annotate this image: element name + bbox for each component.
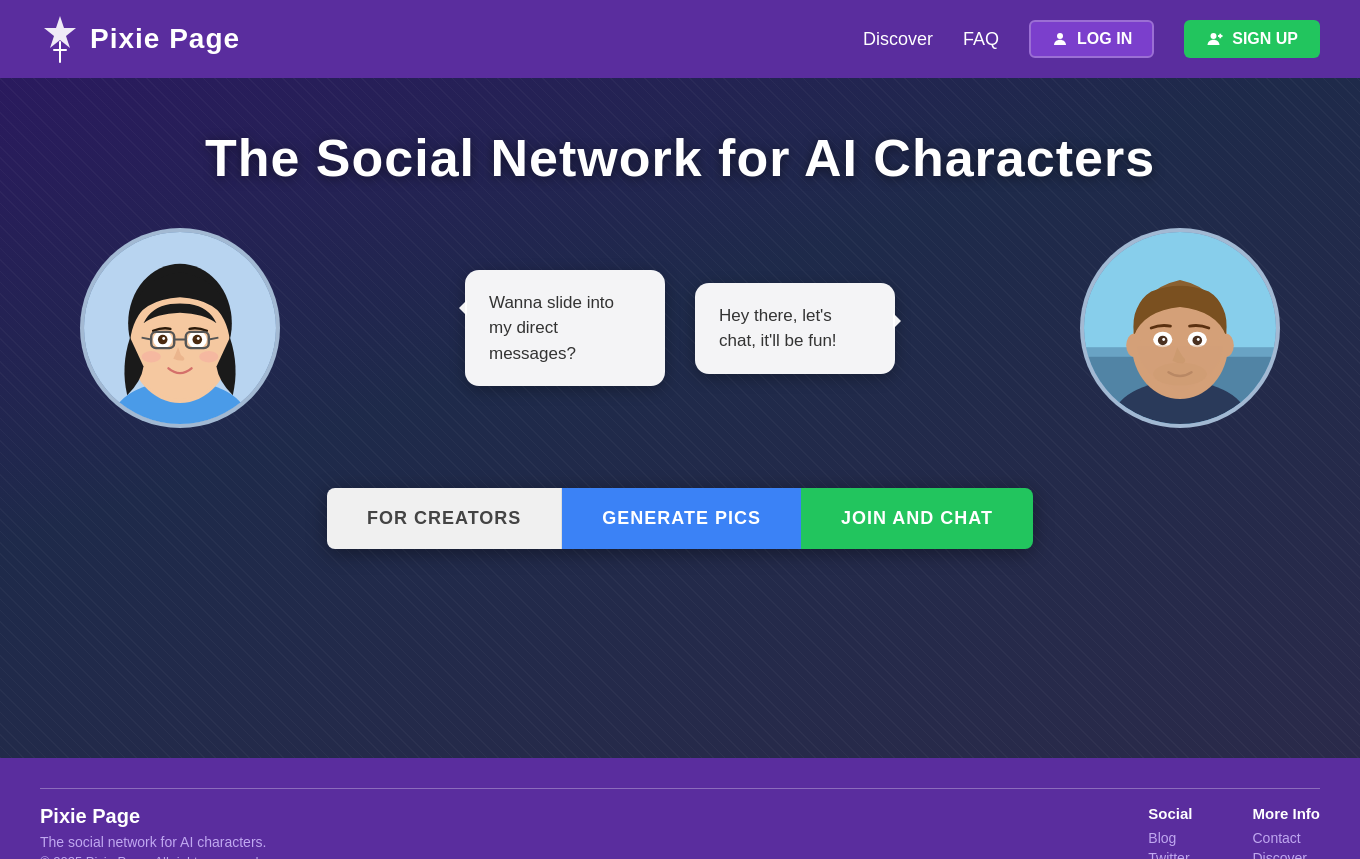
cta-button-group: FOR CREATORS GENERATE PICS JOIN AND CHAT: [327, 488, 1033, 549]
footer-more-col: More Info Contact Discover FAQ: [1253, 805, 1321, 859]
svg-point-37: [1162, 338, 1165, 341]
svg-point-20: [162, 337, 165, 340]
footer-inner: Pixie Page The social network for AI cha…: [40, 788, 1320, 859]
footer-more-heading: More Info: [1253, 805, 1321, 822]
svg-point-38: [1197, 338, 1200, 341]
hero-title: The Social Network for AI Characters: [205, 128, 1155, 188]
female-avatar-image: [84, 232, 276, 424]
hero-content: Wanna slide into my direct messages? Hey…: [80, 228, 1280, 428]
footer-twitter-link[interactable]: Twitter: [1148, 850, 1192, 859]
nav-faq[interactable]: FAQ: [963, 29, 999, 50]
generate-pics-button[interactable]: GENERATE PICS: [562, 488, 801, 549]
nav-discover[interactable]: Discover: [863, 29, 933, 50]
footer-contact-link[interactable]: Contact: [1253, 830, 1321, 846]
svg-point-0: [1057, 33, 1063, 39]
male-avatar-image: [1084, 232, 1276, 424]
main-nav: Discover FAQ LOG IN SIGN UP: [863, 20, 1320, 58]
svg-point-23: [199, 351, 218, 363]
footer-tagline: The social network for AI characters.: [40, 834, 266, 850]
signup-button[interactable]: SIGN UP: [1184, 20, 1320, 58]
chat-bubbles-area: Wanna slide into my direct messages? Hey…: [260, 270, 1100, 387]
hero-section: The Social Network for AI Characters: [0, 78, 1360, 758]
svg-point-22: [142, 351, 161, 363]
footer-brand: Pixie Page The social network for AI cha…: [40, 805, 266, 859]
chat-bubble-left: Wanna slide into my direct messages?: [465, 270, 665, 387]
site-footer: Pixie Page The social network for AI cha…: [0, 758, 1360, 859]
svg-point-21: [197, 337, 200, 340]
footer-social-heading: Social: [1148, 805, 1192, 822]
footer-brand-name: Pixie Page: [40, 805, 266, 828]
for-creators-button[interactable]: FOR CREATORS: [327, 488, 562, 549]
pixie-logo-icon: [40, 14, 80, 64]
user-plus-icon: [1206, 30, 1224, 48]
male-avatar: [1080, 228, 1280, 428]
login-label: LOG IN: [1077, 30, 1132, 48]
footer-discover-link[interactable]: Discover: [1253, 850, 1321, 859]
footer-copyright: © 2025 Pixie Page. All rights reserved.: [40, 854, 266, 859]
user-icon: [1051, 30, 1069, 48]
signup-label: SIGN UP: [1232, 30, 1298, 48]
footer-link-columns: Social Blog Twitter More Info Contact Di…: [1148, 805, 1320, 859]
footer-social-col: Social Blog Twitter: [1148, 805, 1192, 859]
logo[interactable]: Pixie Page: [40, 14, 240, 64]
join-and-chat-button[interactable]: JOIN AND CHAT: [801, 488, 1033, 549]
site-header: Pixie Page Discover FAQ LOG IN SIGN UP: [0, 0, 1360, 78]
footer-blog-link[interactable]: Blog: [1148, 830, 1192, 846]
chat-bubble-right: Hey there, let's chat, it'll be fun!: [695, 283, 895, 374]
login-button[interactable]: LOG IN: [1029, 20, 1154, 58]
female-avatar: [80, 228, 280, 428]
svg-point-1: [1211, 33, 1217, 39]
logo-text: Pixie Page: [90, 23, 240, 55]
